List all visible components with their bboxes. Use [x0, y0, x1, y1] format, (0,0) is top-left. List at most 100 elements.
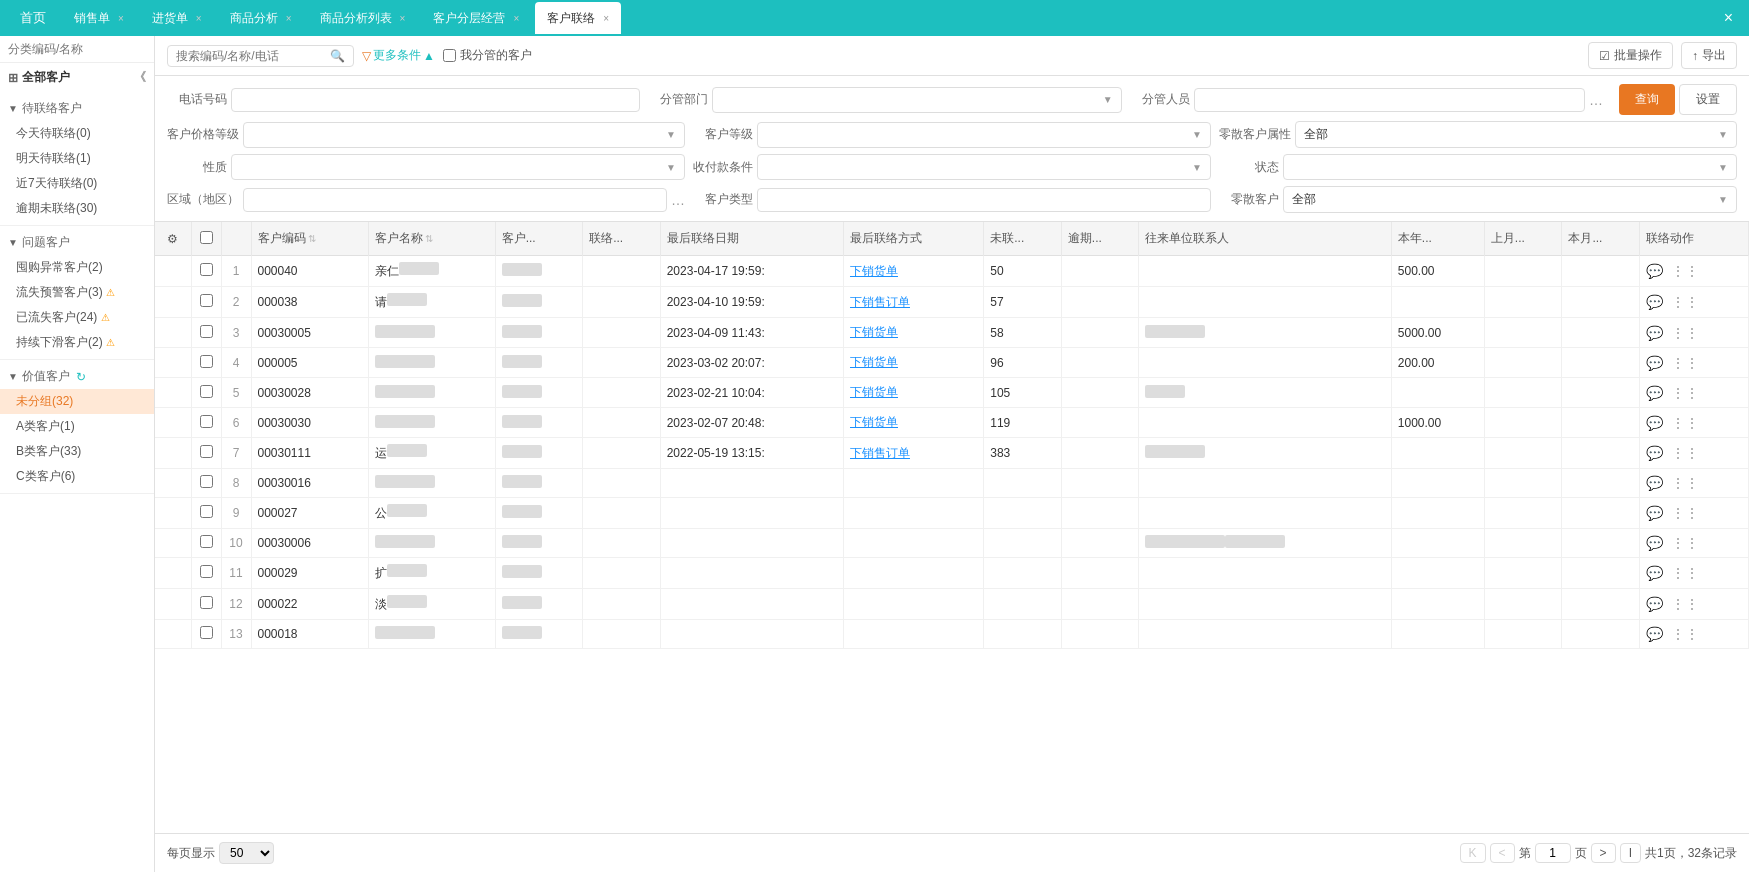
- sidebar-item-7days[interactable]: 近7天待联络(0): [0, 171, 154, 196]
- row-select-checkbox[interactable]: [200, 596, 213, 609]
- last-way-link[interactable]: 下销售订单: [850, 446, 910, 460]
- more-conditions-button[interactable]: ▽ 更多条件 ▲: [362, 47, 435, 64]
- tab-purchase-close[interactable]: ×: [196, 13, 202, 24]
- sidebar-item-declining[interactable]: 持续下滑客户(2) ⚠: [0, 330, 154, 355]
- more-action-icon[interactable]: ⋮⋮: [1671, 415, 1699, 431]
- next-page-button[interactable]: >: [1591, 843, 1616, 863]
- more-action-icon[interactable]: ⋮⋮: [1671, 626, 1699, 642]
- last-page-button[interactable]: I: [1620, 843, 1641, 863]
- page-number-input[interactable]: [1535, 843, 1571, 863]
- contact-icon[interactable]: 💬: [1646, 475, 1663, 491]
- row-checkbox[interactable]: [191, 620, 221, 649]
- contact-icon[interactable]: 💬: [1646, 294, 1663, 310]
- customer-level-select[interactable]: ▼: [757, 122, 1211, 148]
- more-action-icon[interactable]: ⋮⋮: [1671, 505, 1699, 521]
- col-this-month-header[interactable]: 本月...: [1562, 222, 1640, 256]
- more-action-icon[interactable]: ⋮⋮: [1671, 596, 1699, 612]
- contact-icon[interactable]: 💬: [1646, 565, 1663, 581]
- contact-icon[interactable]: 💬: [1646, 415, 1663, 431]
- row-select-checkbox[interactable]: [200, 565, 213, 578]
- last-way-link[interactable]: 下销货单: [850, 415, 898, 429]
- row-select-checkbox[interactable]: [200, 535, 213, 548]
- row-checkbox[interactable]: [191, 408, 221, 438]
- row-select-checkbox[interactable]: [200, 294, 213, 307]
- row-select-checkbox[interactable]: [200, 445, 213, 458]
- sidebar-item-churn-warning[interactable]: 流失预警客户(3) ⚠: [0, 280, 154, 305]
- sidebar-search-input[interactable]: [8, 42, 155, 56]
- contact-icon[interactable]: 💬: [1646, 626, 1663, 642]
- row-checkbox[interactable]: [191, 589, 221, 620]
- contact-icon[interactable]: 💬: [1646, 263, 1663, 279]
- search-input[interactable]: [176, 49, 326, 63]
- tab-purchase[interactable]: 进货单 ×: [140, 2, 214, 34]
- manager-dots[interactable]: …: [1589, 92, 1603, 108]
- row-checkbox[interactable]: [191, 558, 221, 589]
- last-way-link[interactable]: 下销货单: [850, 264, 898, 278]
- first-page-button[interactable]: K: [1460, 843, 1486, 863]
- export-button[interactable]: ↑ 导出: [1681, 42, 1737, 69]
- col-settings[interactable]: ⚙: [155, 222, 191, 256]
- sidebar-item-overdue[interactable]: 逾期未联络(30): [0, 196, 154, 221]
- batch-operation-button[interactable]: ☑ 批量操作: [1588, 42, 1673, 69]
- area-dots[interactable]: …: [671, 192, 685, 208]
- last-way-link[interactable]: 下销货单: [850, 325, 898, 339]
- col-overdue-header[interactable]: 逾期...: [1061, 222, 1139, 256]
- my-customers-checkbox[interactable]: [443, 49, 456, 62]
- col-contact-header[interactable]: 联络...: [583, 222, 661, 256]
- row-select-checkbox[interactable]: [200, 385, 213, 398]
- nav-home[interactable]: 首页: [8, 5, 58, 31]
- more-action-icon[interactable]: ⋮⋮: [1671, 385, 1699, 401]
- more-action-icon[interactable]: ⋮⋮: [1671, 475, 1699, 491]
- status-select[interactable]: ▼: [1283, 154, 1737, 180]
- phone-input[interactable]: [231, 88, 640, 112]
- payment-select[interactable]: ▼: [757, 154, 1211, 180]
- col-inter-company-header[interactable]: 往来单位联系人: [1139, 222, 1391, 256]
- col-no-contact-header[interactable]: 未联...: [984, 222, 1062, 256]
- tab-analysis-close[interactable]: ×: [286, 13, 292, 24]
- collapse-icon[interactable]: 《: [134, 69, 146, 86]
- query-button[interactable]: 查询: [1619, 84, 1675, 115]
- more-action-icon[interactable]: ⋮⋮: [1671, 445, 1699, 461]
- nature-select[interactable]: ▼: [231, 154, 685, 180]
- sidebar-item-today[interactable]: 今天待联络(0): [0, 121, 154, 146]
- sidebar-item-ungroup[interactable]: 未分组(32): [0, 389, 154, 414]
- contact-icon[interactable]: 💬: [1646, 325, 1663, 341]
- col-last-date-header[interactable]: 最后联络日期: [660, 222, 843, 256]
- price-level-select[interactable]: ▼: [243, 122, 685, 148]
- row-checkbox[interactable]: [191, 348, 221, 378]
- row-select-checkbox[interactable]: [200, 415, 213, 428]
- contact-icon[interactable]: 💬: [1646, 596, 1663, 612]
- tab-sales[interactable]: 销售单 ×: [62, 2, 136, 34]
- customer-type-input[interactable]: [757, 188, 1211, 212]
- col-type-header[interactable]: 客户...: [495, 222, 582, 256]
- tab-analysis[interactable]: 商品分析 ×: [218, 2, 304, 34]
- row-select-checkbox[interactable]: [200, 505, 213, 518]
- sidebar-item-hoarding[interactable]: 囤购异常客户(2): [0, 255, 154, 280]
- row-select-checkbox[interactable]: [200, 355, 213, 368]
- search-icon[interactable]: 🔍: [330, 49, 345, 63]
- pending-contact-title[interactable]: ▼ 待联络客户: [0, 96, 154, 121]
- col-code-header[interactable]: 客户编码⇅: [251, 222, 368, 256]
- last-way-link[interactable]: 下销货单: [850, 355, 898, 369]
- row-checkbox[interactable]: [191, 529, 221, 558]
- more-action-icon[interactable]: ⋮⋮: [1671, 294, 1699, 310]
- per-page-select[interactable]: 50 100 200: [219, 842, 274, 864]
- col-last-month-header[interactable]: 上月...: [1484, 222, 1562, 256]
- more-action-icon[interactable]: ⋮⋮: [1671, 355, 1699, 371]
- prev-page-button[interactable]: <: [1490, 843, 1515, 863]
- more-action-icon[interactable]: ⋮⋮: [1671, 325, 1699, 341]
- select-all-checkbox[interactable]: [200, 231, 213, 244]
- more-action-icon[interactable]: ⋮⋮: [1671, 565, 1699, 581]
- col-checkbox-header[interactable]: [191, 222, 221, 256]
- col-name-header[interactable]: 客户名称⇅: [368, 222, 495, 256]
- tab-customer-contact[interactable]: 客户联络 ×: [535, 2, 621, 34]
- problem-customers-title[interactable]: ▼ 问题客户: [0, 230, 154, 255]
- scattered-attr-select[interactable]: 全部 ▼: [1295, 121, 1737, 148]
- row-checkbox[interactable]: [191, 498, 221, 529]
- contact-icon[interactable]: 💬: [1646, 445, 1663, 461]
- more-action-icon[interactable]: ⋮⋮: [1671, 535, 1699, 551]
- row-checkbox[interactable]: [191, 378, 221, 408]
- manager-input[interactable]: [1194, 88, 1585, 112]
- contact-icon[interactable]: 💬: [1646, 355, 1663, 371]
- window-close-button[interactable]: ×: [1716, 9, 1741, 27]
